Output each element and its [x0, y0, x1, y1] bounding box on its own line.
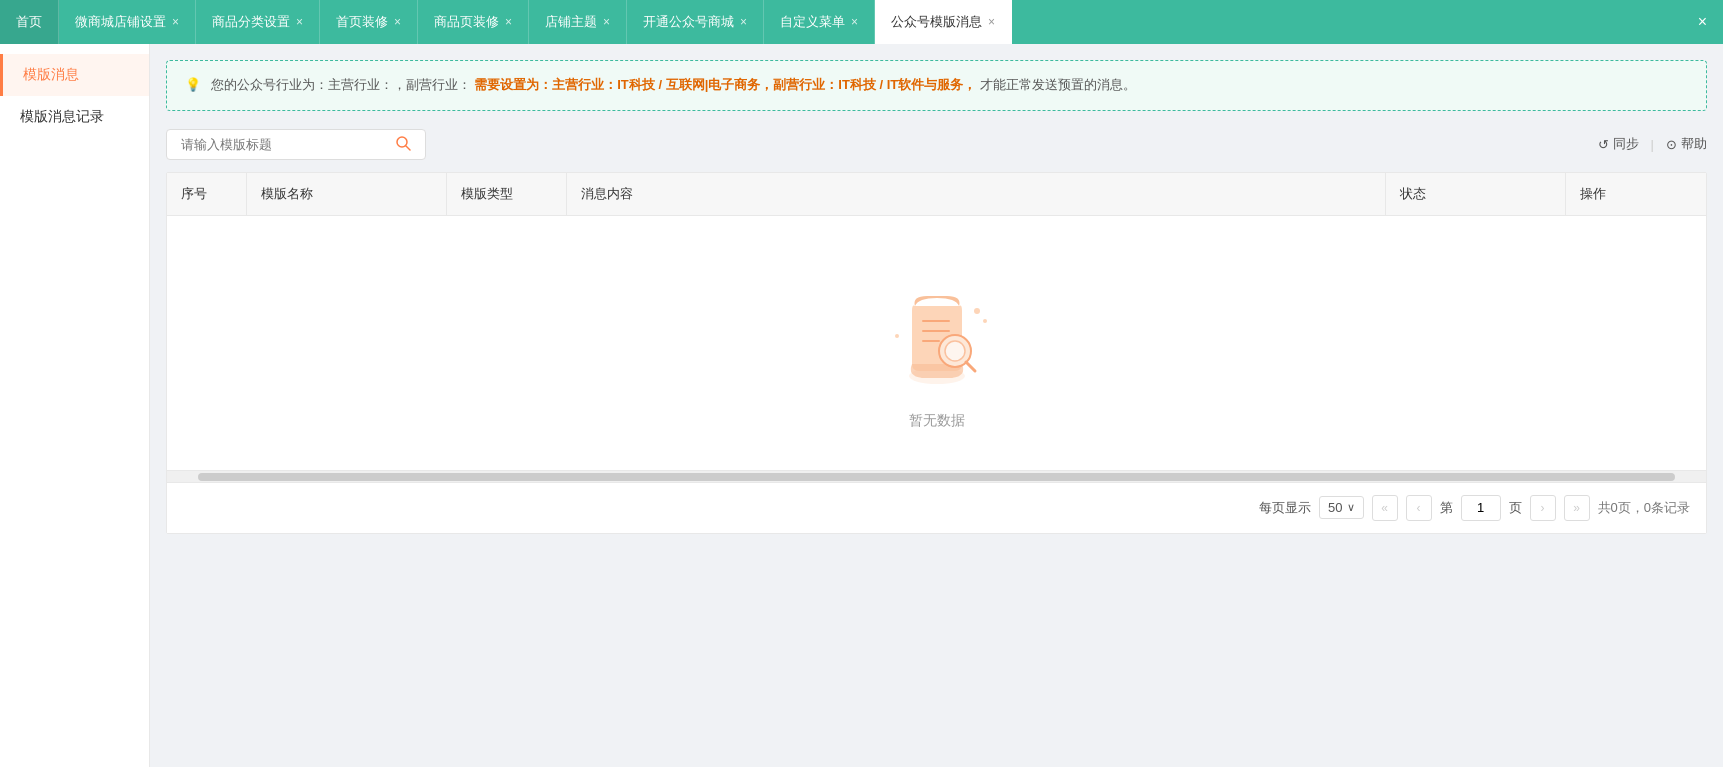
tab-home-label: 首页 — [16, 13, 42, 31]
tab-homepage-decor[interactable]: 首页装修 × — [320, 0, 418, 44]
th-status: 状态 — [1386, 173, 1566, 215]
svg-point-9 — [974, 308, 980, 314]
tab-product-page-decor-label: 商品页装修 — [434, 13, 499, 31]
per-page-value: 50 — [1328, 500, 1342, 515]
sync-icon: ↺ — [1598, 137, 1609, 152]
svg-point-7 — [945, 341, 965, 361]
sync-button[interactable]: ↺ 同步 — [1598, 135, 1639, 153]
empty-state: 暂无数据 — [167, 216, 1706, 470]
tab-weshop-settings[interactable]: 微商城店铺设置 × — [59, 0, 196, 44]
tab-open-wechat-mall-label: 开通公众号商城 — [643, 13, 734, 31]
tab-weshop-close[interactable]: × — [172, 15, 179, 29]
tab-bar: 首页 微商城店铺设置 × 商品分类设置 × 首页装修 × 商品页装修 × 店铺主… — [0, 0, 1723, 44]
svg-line-8 — [966, 362, 975, 371]
tab-product-category-label: 商品分类设置 — [212, 13, 290, 31]
tab-homepage-decor-label: 首页装修 — [336, 13, 388, 31]
prev-page-icon: ‹ — [1417, 501, 1421, 515]
tab-template-message[interactable]: 公众号模版消息 × — [875, 0, 1012, 44]
empty-illustration — [877, 276, 997, 396]
first-page-icon: « — [1381, 501, 1388, 515]
tab-template-message-label: 公众号模版消息 — [891, 13, 982, 31]
tab-homepage-decor-close[interactable]: × — [394, 15, 401, 29]
th-content: 消息内容 — [567, 173, 1386, 215]
search-bar: ↺ 同步 | ⊙ 帮助 — [166, 129, 1707, 160]
last-page-button[interactable]: » — [1564, 495, 1590, 521]
notice-prefix: 您的公众号行业为：主营行业：，副营行业： — [211, 77, 471, 92]
tab-shop-theme[interactable]: 店铺主题 × — [529, 0, 627, 44]
first-page-button[interactable]: « — [1372, 495, 1398, 521]
content-area: 💡 您的公众号行业为：主营行业：，副营行业： 需要设置为：主营行业：IT科技 /… — [150, 44, 1723, 767]
notice-icon: 💡 — [185, 77, 201, 92]
tab-product-page-decor-close[interactable]: × — [505, 15, 512, 29]
page-total: 共0页，0条记录 — [1598, 499, 1690, 517]
next-page-icon: › — [1541, 501, 1545, 515]
search-action-divider: | — [1651, 137, 1654, 152]
sidebar-item-template-msg-log[interactable]: 模版消息记录 — [0, 96, 149, 138]
help-icon: ⊙ — [1666, 137, 1677, 152]
per-page-select[interactable]: 50 ∨ — [1319, 496, 1363, 519]
horizontal-scrollbar[interactable] — [167, 470, 1706, 482]
tab-shop-theme-close[interactable]: × — [603, 15, 610, 29]
page-prefix: 第 — [1440, 499, 1453, 517]
tab-custom-menu[interactable]: 自定义菜单 × — [764, 0, 875, 44]
last-page-icon: » — [1573, 501, 1580, 515]
scrollbar-thumb[interactable] — [198, 473, 1675, 481]
tab-custom-menu-label: 自定义菜单 — [780, 13, 845, 31]
tab-open-wechat-mall[interactable]: 开通公众号商城 × — [627, 0, 764, 44]
prev-page-button[interactable]: ‹ — [1406, 495, 1432, 521]
tab-bar-close-all[interactable]: × — [1682, 13, 1723, 31]
svg-point-11 — [895, 334, 899, 338]
search-actions: ↺ 同步 | ⊙ 帮助 — [1598, 135, 1707, 153]
sidebar-item-template-msg-log-label: 模版消息记录 — [20, 108, 104, 124]
search-input-wrap — [166, 129, 426, 160]
notice-suffix: 才能正常发送预置的消息。 — [980, 77, 1136, 92]
tab-shop-theme-label: 店铺主题 — [545, 13, 597, 31]
th-name: 模版名称 — [247, 173, 447, 215]
tab-custom-menu-close[interactable]: × — [851, 15, 858, 29]
sidebar: 模版消息 模版消息记录 — [0, 44, 150, 767]
tab-template-message-close[interactable]: × — [988, 15, 995, 29]
notice-highlight: 需要设置为：主营行业：IT科技 / 互联网|电子商务，副营行业：IT科技 / I… — [474, 77, 976, 92]
per-page-label: 每页显示 — [1259, 499, 1311, 517]
sync-label: 同步 — [1613, 135, 1639, 153]
table-header: 序号 模版名称 模版类型 消息内容 状态 操作 — [167, 173, 1706, 216]
search-input[interactable] — [175, 130, 395, 159]
tab-home[interactable]: 首页 — [0, 0, 59, 44]
search-button[interactable] — [395, 135, 411, 154]
sidebar-item-template-msg-label: 模版消息 — [23, 66, 79, 82]
th-index: 序号 — [167, 173, 247, 215]
data-table: 序号 模版名称 模版类型 消息内容 状态 操作 — [166, 172, 1707, 534]
svg-line-1 — [406, 146, 410, 150]
sidebar-item-template-msg[interactable]: 模版消息 — [0, 54, 149, 96]
page-suffix: 页 — [1509, 499, 1522, 517]
next-page-button[interactable]: › — [1530, 495, 1556, 521]
main-layout: 模版消息 模版消息记录 💡 您的公众号行业为：主营行业：，副营行业： 需要设置为… — [0, 44, 1723, 767]
th-action: 操作 — [1566, 173, 1706, 215]
empty-text: 暂无数据 — [909, 412, 965, 430]
svg-point-10 — [983, 319, 987, 323]
pagination: 每页显示 50 ∨ « ‹ 第 页 › » — [167, 482, 1706, 533]
current-page-input[interactable] — [1461, 495, 1501, 521]
tab-open-wechat-mall-close[interactable]: × — [740, 15, 747, 29]
tab-product-category[interactable]: 商品分类设置 × — [196, 0, 320, 44]
help-button[interactable]: ⊙ 帮助 — [1666, 135, 1707, 153]
help-label: 帮助 — [1681, 135, 1707, 153]
notice-box: 💡 您的公众号行业为：主营行业：，副营行业： 需要设置为：主营行业：IT科技 /… — [166, 60, 1707, 111]
tab-weshop-label: 微商城店铺设置 — [75, 13, 166, 31]
per-page-chevron-icon: ∨ — [1347, 501, 1355, 514]
tab-product-page-decor[interactable]: 商品页装修 × — [418, 0, 529, 44]
th-type: 模版类型 — [447, 173, 567, 215]
tab-product-category-close[interactable]: × — [296, 15, 303, 29]
